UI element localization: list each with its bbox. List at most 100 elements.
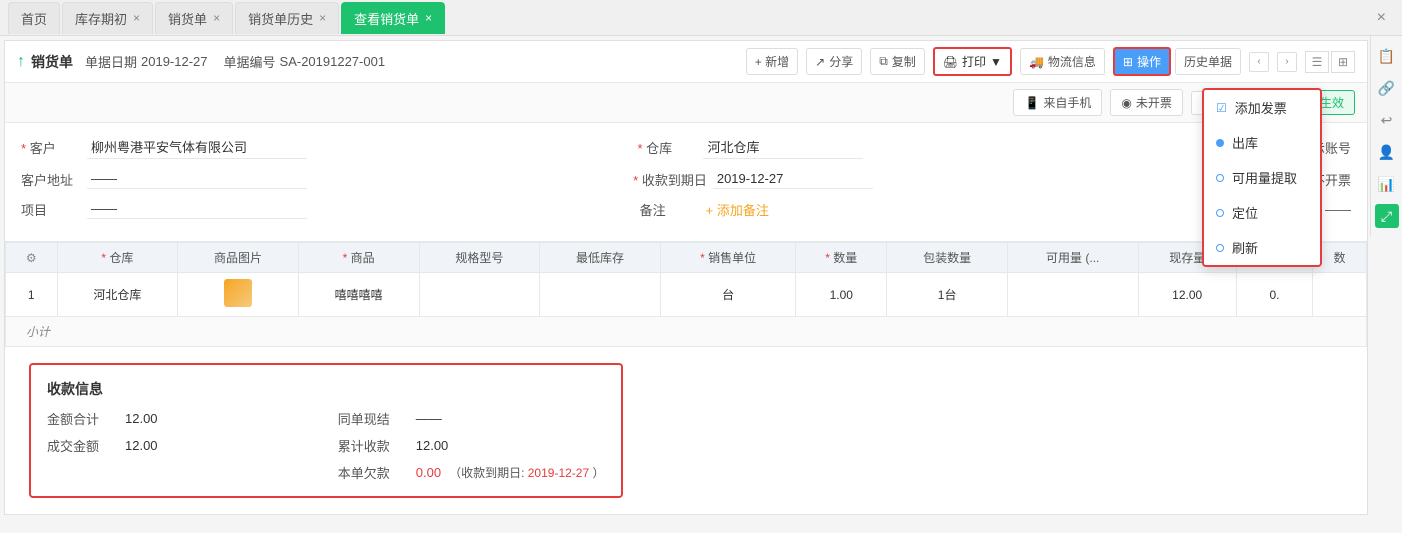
prev-button[interactable]: ‹ (1249, 52, 1269, 72)
payment-date-group: * 收款到期日 2019-12-27 (633, 169, 1245, 189)
tab-sales-label: 销货单 (168, 9, 207, 28)
list-view-button[interactable]: ☰ (1305, 51, 1329, 73)
operation-dropdown: ☑ 添加发票 出库 可用量提取 定位 刷新 (1202, 88, 1322, 267)
tab-check-sales-label: 查看销货单 (354, 9, 419, 28)
refresh-item[interactable]: 刷新 (1204, 230, 1320, 265)
warehouse-label: * 仓库 (637, 138, 697, 157)
outbound-label: 出库 (1232, 133, 1258, 152)
tab-sales[interactable]: 销货单 × (155, 2, 233, 34)
tab-sales-history-close[interactable]: × (319, 11, 326, 25)
cumulative-row: 累计收款 12.00 (338, 436, 605, 455)
row-amount (1313, 273, 1367, 317)
form-section: * 客户 柳州粤港平安气体有限公司 * 仓库 河北仓库 业务员 演示账号 (5, 123, 1367, 242)
blue-dot-icon (1216, 139, 1224, 147)
row-available (1007, 273, 1138, 317)
project-label: 项目 (21, 200, 81, 219)
operation-tab[interactable]: ⊞ 操作 (1113, 47, 1171, 76)
tab-sales-close[interactable]: × (213, 11, 220, 25)
refresh-label: 刷新 (1232, 238, 1258, 257)
tab-check-sales-close[interactable]: × (425, 11, 432, 25)
tab-home[interactable]: 首页 (8, 2, 60, 34)
amount-total-value: 12.00 (125, 411, 158, 426)
logistics-button[interactable]: 🚚 物流信息 (1020, 48, 1105, 75)
amount-total-label: 金额合计 (47, 409, 117, 428)
copy-button[interactable]: ⧉ 复制 (870, 48, 925, 75)
print-icon: 🖨 (943, 55, 958, 69)
form-row-3: 项目 —— 备注 + 添加备注 * 业务员孟 —— (21, 199, 1351, 219)
spacer (47, 463, 314, 482)
summary-title: 收款信息 (47, 379, 605, 399)
row-price: 0. (1236, 273, 1312, 317)
tab-sales-history-label: 销货单历史 (248, 9, 313, 28)
meta-info: 单据日期 2019-12-27 单据编号 SA-20191227-001 (85, 52, 385, 71)
tab-check-sales[interactable]: 查看销货单 × (341, 2, 445, 34)
print-dropdown-icon: ▼ (990, 55, 1002, 69)
outbound-item[interactable]: 出库 (1204, 125, 1320, 160)
tab-inventory-label: 库存期初 (75, 9, 127, 28)
sidebar-icon-user[interactable]: 👤 (1375, 140, 1399, 164)
sidebar-icon-link[interactable]: 🔗 (1375, 76, 1399, 100)
close-all-button[interactable]: × (1369, 9, 1394, 27)
subtotal-label: 小计 (6, 317, 1367, 347)
note-group: 备注 + 添加备注 (640, 200, 1259, 219)
warehouse-value: 河北仓库 (703, 135, 863, 159)
share-button[interactable]: ↗ 分享 (806, 48, 862, 75)
header-actions: + 新增 ↗ 分享 ⧉ 复制 🖨 打印 ▼ 🚚 物流信息 (746, 47, 1355, 76)
payment-date-label: * 收款到期日 (633, 170, 707, 189)
copy-icon: ⧉ (879, 54, 888, 69)
sidebar-icon-chart[interactable]: 📊 (1375, 172, 1399, 196)
col-gear[interactable]: ⚙ (6, 243, 58, 273)
add-invoice-label: 添加发票 (1235, 98, 1287, 117)
grid-icon: ⊞ (1123, 55, 1133, 69)
sidebar-icon-clipboard[interactable]: 📋 (1375, 44, 1399, 68)
document-title: ↑ 销货单 (17, 52, 73, 72)
truck-icon: 🚚 (1029, 55, 1044, 69)
print-button[interactable]: 🖨 打印 ▼ (933, 47, 1012, 76)
table-row: 1 河北仓库 嘻嘻嘻嘻 台 1.00 1台 12.00 0. (6, 273, 1367, 317)
tab-inventory-close[interactable]: × (133, 11, 140, 25)
from-phone-button[interactable]: 📱 来自手机 (1013, 89, 1102, 116)
grid-view-button[interactable]: ⊞ (1331, 51, 1355, 73)
position-item[interactable]: 定位 (1204, 195, 1320, 230)
address-label: 客户地址 (21, 170, 81, 189)
row-image (178, 273, 299, 317)
row-product: 嘻嘻嘻嘻 (298, 273, 419, 317)
nav-tabs: ⊞ 操作 历史单据 (1113, 47, 1241, 76)
new-button[interactable]: + 新增 (746, 48, 798, 75)
check-box-icon: ☑ (1216, 101, 1227, 115)
transaction-value: 12.00 (125, 438, 158, 453)
customer-label-text: 客户 (30, 141, 56, 156)
row-pack-qty: 1台 (887, 273, 1008, 317)
payment-date-value: 2019-12-27 (713, 169, 873, 189)
not-open-button[interactable]: ◉ 未开票 (1110, 89, 1183, 116)
circle-icon: ◉ (1121, 96, 1131, 110)
overdue-date: 2019-12-27 (528, 466, 589, 480)
col-qty: * 数量 (796, 243, 887, 273)
row-min-stock (540, 273, 661, 317)
sidebar-icon-undo[interactable]: ↩ (1375, 108, 1399, 132)
outline-dot-icon-3 (1216, 244, 1224, 252)
col-product: * 商品 (298, 243, 419, 273)
sidebar-icon-expand[interactable]: ⤢ (1375, 204, 1399, 228)
share-icon: ↗ (815, 55, 825, 69)
gear-icon[interactable]: ⚙ (26, 251, 37, 265)
col-pack-qty: 包装数量 (887, 243, 1008, 273)
summary-section: 收款信息 金额合计 12.00 同单现结 —— 成交金额 12.00 (29, 363, 623, 498)
overdue-label: 本单欠款 (338, 463, 408, 482)
add-note-button[interactable]: + 添加备注 (706, 200, 769, 219)
customer-label: * 客户 (21, 138, 81, 157)
history-tab[interactable]: 历史单据 (1175, 48, 1241, 75)
toolbar-row: 📱 来自手机 ◉ 未开票 ✓ ✓ 已核销 已生效 (5, 83, 1367, 123)
customer-group: * 客户 柳州粤港平安气体有限公司 (21, 135, 637, 159)
tab-inventory[interactable]: 库存期初 × (62, 2, 153, 34)
tab-sales-history[interactable]: 销货单历史 × (235, 2, 339, 34)
row-current-stock: 12.00 (1138, 273, 1236, 317)
next-button[interactable]: › (1277, 52, 1297, 72)
add-invoice-item[interactable]: ☑ 添加发票 (1204, 90, 1320, 125)
transaction-row: 成交金额 12.00 (47, 436, 314, 455)
available-qty-item[interactable]: 可用量提取 (1204, 160, 1320, 195)
project-group: 项目 —— (21, 199, 640, 219)
doc-title-text: 销货单 (31, 52, 73, 72)
outline-dot-icon-2 (1216, 209, 1224, 217)
cumulative-value: 12.00 (416, 438, 449, 453)
